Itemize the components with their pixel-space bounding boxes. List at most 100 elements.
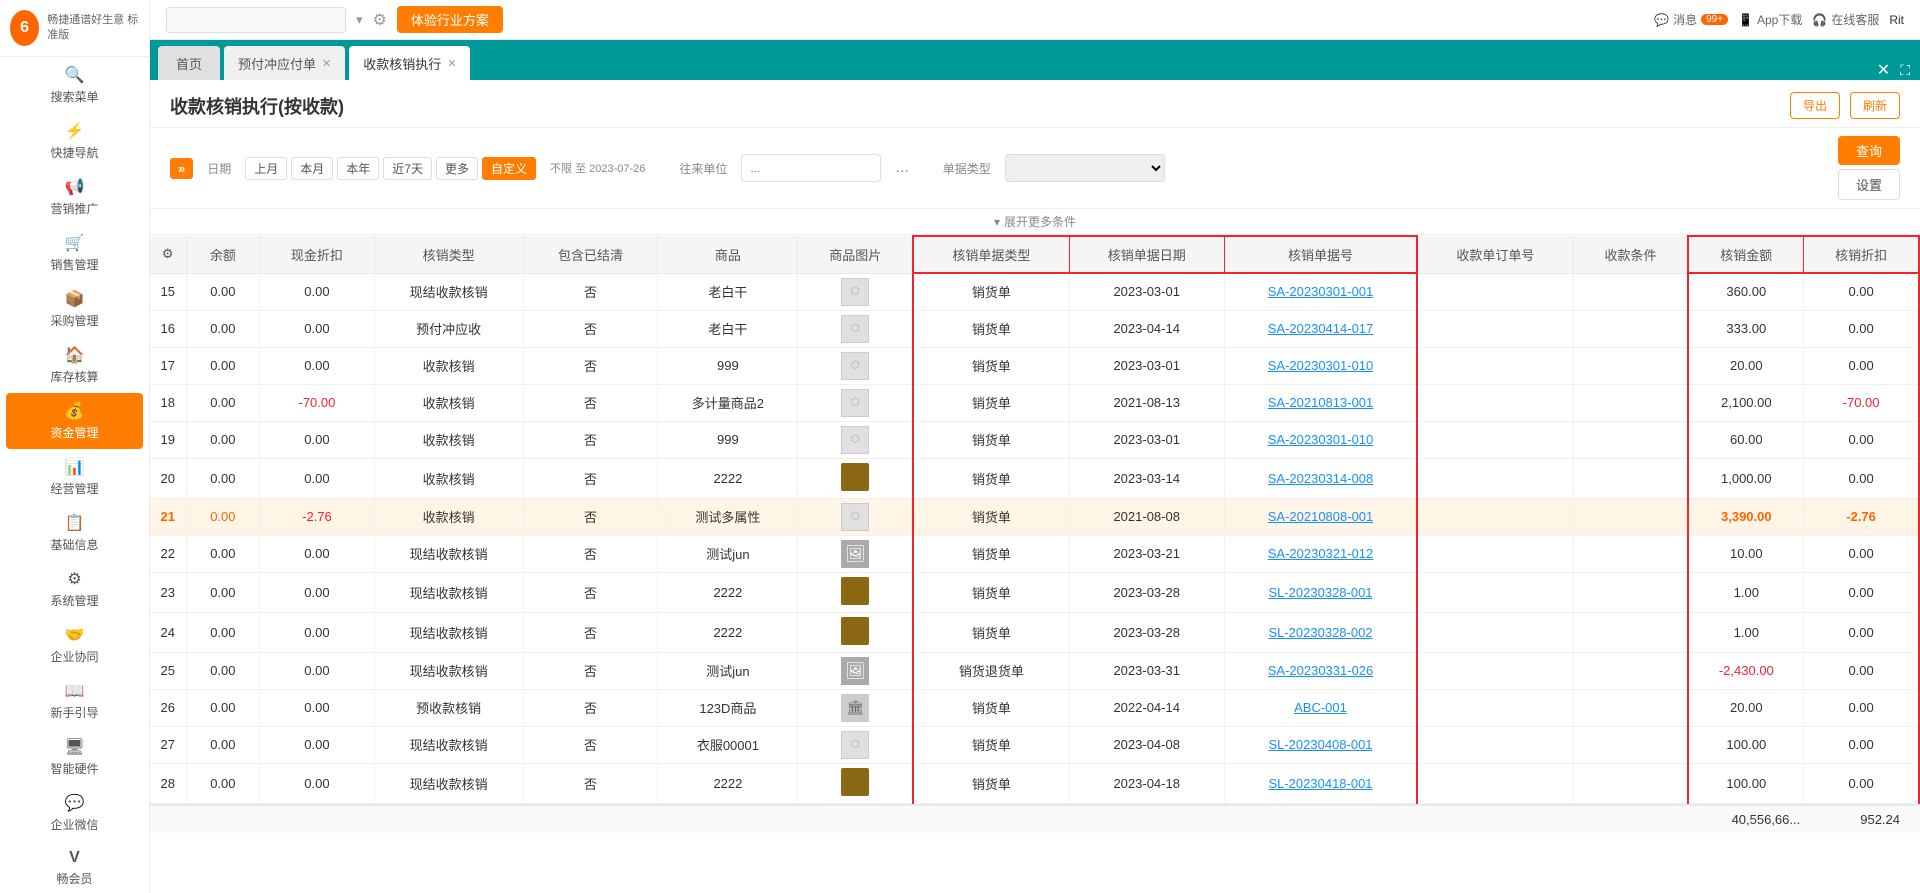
table-row: 170.000.00收款核销否999⬡销货单2023-03-01SA-20230…	[150, 347, 1919, 384]
sidebar-item-collab[interactable]: 🤝企业协同	[0, 617, 149, 673]
date-btn-custom[interactable]: 自定义	[482, 157, 536, 180]
product-image-cell: 🖼	[798, 652, 913, 689]
doc-no-link[interactable]: SA-20230301-010	[1268, 358, 1374, 373]
date-label: 日期	[207, 160, 231, 177]
from-unit-input[interactable]	[741, 154, 881, 182]
col-product-header: 商品	[658, 236, 798, 273]
filter-expand-button[interactable]: »	[170, 158, 193, 179]
doc-no-link[interactable]: SA-20210813-001	[1268, 395, 1374, 410]
doc-no-link[interactable]: SL-20230418-001	[1268, 776, 1372, 791]
product-image-cell: 🏛	[798, 689, 913, 726]
table-row: 150.000.00现结收款核销否老白干⬡销货单2023-03-01SA-202…	[150, 273, 1919, 310]
sidebar-item-vip[interactable]: V畅会员	[0, 841, 149, 893]
col-settings-header[interactable]: ⚙	[150, 236, 186, 273]
tab-verify-close[interactable]: ✕	[447, 57, 456, 70]
sidebar-item-operation[interactable]: 📊经营管理	[0, 449, 149, 505]
user-name[interactable]: Rit	[1889, 13, 1904, 27]
filter-more-dots[interactable]: ...	[895, 159, 908, 177]
dropdown-icon[interactable]: ▾	[356, 12, 363, 28]
doc-no-link[interactable]: SA-20230321-012	[1268, 546, 1374, 561]
product-image-cell: ⬡	[798, 498, 913, 535]
close-all-icon[interactable]: ✕	[1877, 60, 1890, 80]
notification-badge: 99+	[1701, 14, 1728, 25]
table-row: 270.000.00现结收款核销否衣服00001⬡销货单2023-04-08SL…	[150, 726, 1919, 763]
product-image-cell	[798, 763, 913, 803]
table-row: 260.000.00预收款核销否123D商品🏛销货单2022-04-14ABC-…	[150, 689, 1919, 726]
col-product-img-header: 商品图片	[798, 236, 913, 273]
doc-no-link[interactable]: SA-20230331-026	[1268, 663, 1374, 678]
table-footer: 40,556,66... 952.24	[150, 804, 1920, 833]
settings-gear-icon[interactable]: ⚙	[373, 10, 387, 30]
date-btn-7days[interactable]: 近7天	[383, 157, 432, 180]
total-verify-amount: 40,556,66...	[1732, 812, 1801, 827]
sidebar-item-basic[interactable]: 📋基础信息	[0, 505, 149, 561]
tab-home[interactable]: 首页	[158, 46, 220, 80]
col-verify-type-header: 核销类型	[374, 236, 523, 273]
table-row: 220.000.00现结收款核销否测试jun🖼销货单2023-03-21SA-2…	[150, 535, 1919, 572]
expand-conditions-button[interactable]: ▾ 展开更多条件	[994, 213, 1076, 230]
doc-no-link[interactable]: SL-20230408-001	[1268, 737, 1372, 752]
sidebar-item-guide[interactable]: 📖新手引导	[0, 673, 149, 729]
top-search-input[interactable]	[166, 7, 346, 33]
product-image-cell: ⬡	[798, 384, 913, 421]
notification-btn[interactable]: 💬 消息 99+	[1654, 11, 1728, 28]
col-doc-date-header: 核销单据日期	[1069, 236, 1224, 273]
doc-no-link[interactable]: SA-20230314-008	[1268, 471, 1374, 486]
product-image-cell	[798, 612, 913, 652]
product-image-cell: ⬡	[798, 347, 913, 384]
query-button[interactable]: 查询	[1838, 136, 1900, 165]
sidebar-item-shortcuts[interactable]: ⚡快捷导航	[0, 113, 149, 169]
sidebar-item-search[interactable]: 🔍搜索菜单	[0, 57, 149, 113]
sidebar-item-finance[interactable]: 💰资金管理	[6, 393, 143, 449]
app-download-btn[interactable]: 📱 App下载	[1738, 11, 1802, 28]
sidebar-item-hardware[interactable]: 🖥智能硬件	[0, 729, 149, 785]
sidebar-item-system[interactable]: ⚙系统管理	[0, 561, 149, 617]
tab-verify[interactable]: 收款核销执行 ✕	[349, 46, 470, 80]
app-logo: 6	[10, 10, 39, 46]
total-verify-discount: 952.24	[1860, 812, 1900, 827]
single-type-select[interactable]	[1005, 154, 1165, 182]
fullscreen-icon[interactable]: ⛶	[1900, 62, 1910, 79]
tab-prepay[interactable]: 预付冲应付单 ✕	[224, 46, 345, 80]
doc-no-link[interactable]: SA-20230301-001	[1268, 284, 1374, 299]
phone-icon: 📱	[1738, 13, 1753, 27]
date-btn-thismonth[interactable]: 本月	[291, 157, 333, 180]
col-payment-cond-header: 收款条件	[1573, 236, 1688, 273]
doc-no-link[interactable]: ABC-001	[1294, 700, 1347, 715]
export-button[interactable]: 导出	[1790, 92, 1840, 119]
page-title: 收款核销执行(按收款)	[170, 93, 344, 119]
product-image-cell	[798, 572, 913, 612]
date-range: 不限 至 2023-07-26	[550, 160, 645, 176]
col-cash-discount-header: 现金折扣	[260, 236, 374, 273]
date-btn-more[interactable]: 更多	[436, 157, 478, 180]
sidebar-item-inventory[interactable]: 🏠库存核算	[0, 337, 149, 393]
product-image-cell: 🖼	[798, 535, 913, 572]
col-order-no-header: 收款单订单号	[1417, 236, 1573, 273]
doc-no-link[interactable]: SA-20230301-010	[1268, 432, 1374, 447]
date-btn-lastmonth[interactable]: 上月	[245, 157, 287, 180]
doc-no-link[interactable]: SA-20210808-001	[1268, 509, 1374, 524]
chevron-down-icon: ▾	[994, 215, 1000, 229]
setting-button[interactable]: 设置	[1838, 169, 1900, 200]
doc-no-link[interactable]: SL-20230328-002	[1268, 625, 1372, 640]
sidebar-item-sales[interactable]: 🛒销售管理	[0, 225, 149, 281]
product-image-cell: ⬡	[798, 310, 913, 347]
product-image-cell: ⬡	[798, 273, 913, 310]
industry-solution-button[interactable]: 体验行业方案	[397, 6, 503, 33]
col-doc-no-header: 核销单据号	[1224, 236, 1417, 273]
online-service-btn[interactable]: 🎧 在线客服	[1812, 11, 1879, 28]
date-btn-thisyear[interactable]: 本年	[337, 157, 379, 180]
sidebar-item-purchase[interactable]: 📦采购管理	[0, 281, 149, 337]
col-verify-discount-header: 核销折扣	[1804, 236, 1919, 273]
tab-prepay-close[interactable]: ✕	[322, 57, 331, 70]
product-image-cell: ⬡	[798, 421, 913, 458]
doc-no-link[interactable]: SL-20230328-001	[1268, 585, 1372, 600]
table-row: 210.00-2.76收款核销否测试多属性⬡销货单2021-08-08SA-20…	[150, 498, 1919, 535]
table-row: 180.00-70.00收款核销否多计量商品2⬡销货单2021-08-13SA-…	[150, 384, 1919, 421]
sidebar-item-marketing[interactable]: 📢营销推广	[0, 169, 149, 225]
product-image-cell	[798, 458, 913, 498]
sidebar-item-wechat[interactable]: 💬企业微信	[0, 785, 149, 841]
refresh-button[interactable]: 刷新	[1850, 92, 1900, 119]
table-row: 250.000.00现结收款核销否测试jun🖼销货退货单2023-03-31SA…	[150, 652, 1919, 689]
doc-no-link[interactable]: SA-20230414-017	[1268, 321, 1374, 336]
